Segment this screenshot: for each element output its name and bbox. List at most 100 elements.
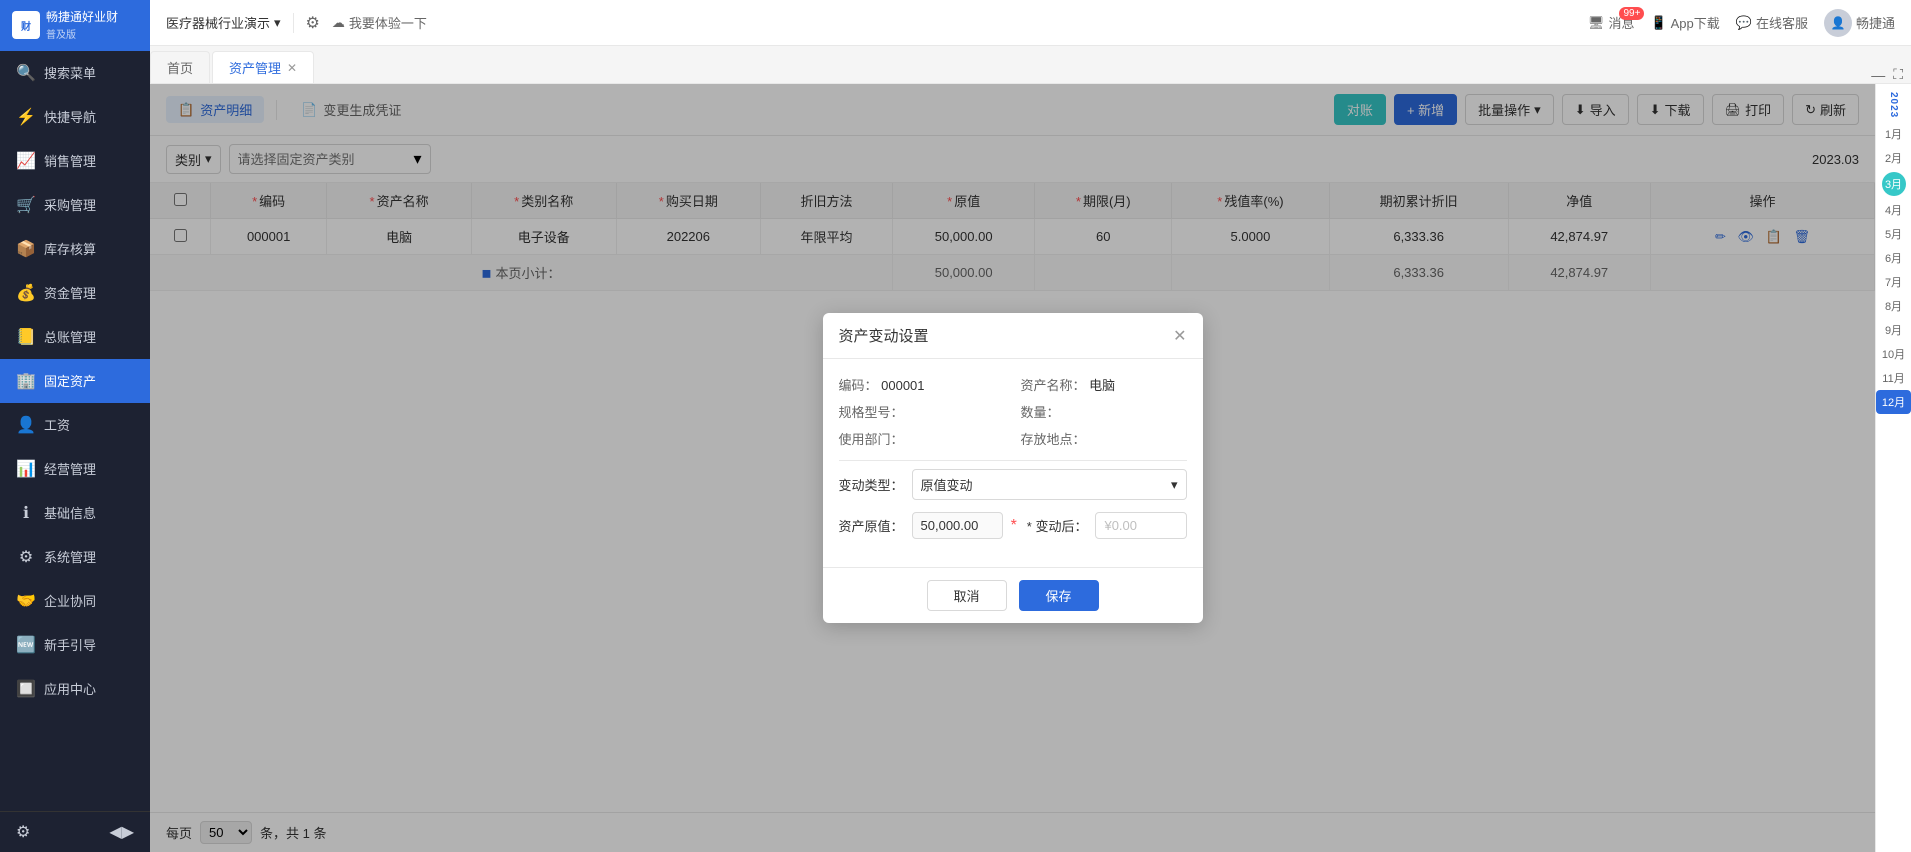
cal-month-3[interactable]: 3月 bbox=[1882, 172, 1906, 196]
modal-change-type-input[interactable]: 原值变动 ▾ bbox=[912, 469, 1187, 500]
sidebar-item-guide[interactable]: 🆕 新手引导 bbox=[0, 623, 150, 667]
topbar: 医疗器械行业演示 ▾ ⚙ ☁ 我要体验一下 🖥 消息 99+ 📱 App下载 💬… bbox=[150, 0, 1911, 46]
topbar-settings-icon[interactable]: ⚙ bbox=[306, 13, 320, 33]
tab-maximize-icon[interactable]: ⛶ bbox=[1893, 66, 1903, 83]
company-dropdown-icon: ▾ bbox=[274, 15, 281, 31]
cal-month-11[interactable]: 11月 bbox=[1876, 366, 1911, 390]
modal-dept-label: 使用部门： bbox=[839, 432, 904, 447]
cal-year-label: 2023 bbox=[1888, 92, 1899, 118]
message-icon: 🖥 bbox=[1588, 15, 1605, 31]
modal-title: 资产变动设置 bbox=[839, 325, 929, 346]
app-download-label: App下载 bbox=[1671, 13, 1720, 32]
sidebar-item-basic-info[interactable]: ℹ 基础信息 bbox=[0, 491, 150, 535]
guide-icon: 🆕 bbox=[16, 635, 36, 655]
cal-month-7[interactable]: 7月 bbox=[1876, 270, 1911, 294]
modal-change-type-value: 原值变动 bbox=[921, 475, 973, 494]
cal-month-6[interactable]: 6月 bbox=[1876, 246, 1911, 270]
modal-info-grid: 编码： 000001 资产名称： 电脑 规格型号： bbox=[839, 375, 1187, 448]
sidebar-item-system-label: 系统管理 bbox=[44, 547, 96, 566]
tab-close-icon[interactable]: ✕ bbox=[287, 61, 297, 75]
modal-quantity-label: 数量： bbox=[1021, 405, 1060, 420]
tab-asset-label: 资产管理 bbox=[229, 58, 281, 77]
topbar-company[interactable]: 医疗器械行业演示 ▾ bbox=[166, 13, 281, 32]
topbar-app-download[interactable]: 📱 App下载 bbox=[1650, 13, 1719, 32]
sidebar-settings-icon[interactable]: ⚙ bbox=[16, 822, 30, 842]
logo-edition: 普及版 bbox=[46, 26, 118, 41]
tab-asset-management[interactable]: 资产管理 ✕ bbox=[212, 51, 314, 83]
sidebar-item-operations[interactable]: 📊 经营管理 bbox=[0, 447, 150, 491]
sidebar-item-app-center[interactable]: 🔲 应用中心 bbox=[0, 667, 150, 711]
app-center-icon: 🔲 bbox=[16, 679, 36, 699]
sidebar-item-basic-info-label: 基础信息 bbox=[44, 503, 96, 522]
cal-month-12[interactable]: 12月 bbox=[1876, 390, 1911, 414]
feedback-text: 我要体验一下 bbox=[349, 13, 427, 32]
funds-icon: 💰 bbox=[16, 283, 36, 303]
modal-change-type-label: 变动类型： bbox=[839, 475, 904, 494]
tabbar-right: — ⛶ bbox=[1871, 66, 1911, 83]
sidebar-item-sales[interactable]: 📈 销售管理 bbox=[0, 139, 150, 183]
sidebar-scroll: 🔍 搜索菜单 ⚡ 快捷导航 📈 销售管理 🛒 采购管理 📦 库存核算 💰 资金管… bbox=[0, 51, 150, 811]
sidebar-item-quicknav[interactable]: ⚡ 快捷导航 bbox=[0, 95, 150, 139]
modal-cancel-label: 取消 bbox=[953, 586, 979, 605]
modal-code-label: 编码： bbox=[839, 378, 878, 393]
sidebar-item-payroll-label: 工资 bbox=[44, 415, 70, 434]
sidebar-item-fixed-assets[interactable]: 🏢 固定资产 bbox=[0, 359, 150, 403]
quicknav-icon: ⚡ bbox=[16, 107, 36, 127]
cal-month-10[interactable]: 10月 bbox=[1876, 342, 1911, 366]
modal-spec-label: 规格型号： bbox=[839, 405, 904, 420]
tab-home[interactable]: 首页 bbox=[150, 51, 210, 83]
sidebar-logo: 财 畅捷通好业财 普及版 bbox=[0, 0, 150, 51]
modal-overlay: 资产变动设置 ✕ 编码： 000001 资产名称： 电脑 bbox=[150, 84, 1875, 852]
modal-body: 编码： 000001 资产名称： 电脑 规格型号： bbox=[823, 359, 1203, 567]
sidebar-item-ledger[interactable]: 📒 总账管理 bbox=[0, 315, 150, 359]
cal-month-2[interactable]: 2月 bbox=[1876, 146, 1911, 170]
sidebar-item-funds[interactable]: 💰 资金管理 bbox=[0, 271, 150, 315]
tabbar: 首页 资产管理 ✕ — ⛶ bbox=[150, 46, 1911, 84]
search-icon: 🔍 bbox=[16, 63, 36, 83]
modal-footer: 取消 保存 bbox=[823, 567, 1203, 623]
modal-asset-value-display: 50,000.00 bbox=[912, 512, 1003, 539]
topbar-user[interactable]: 👤 畅捷通 bbox=[1824, 9, 1895, 37]
app-download-icon: 📱 bbox=[1650, 15, 1666, 31]
modal-after-change-field[interactable] bbox=[1104, 518, 1177, 533]
company-name: 医疗器械行业演示 bbox=[166, 13, 270, 32]
sidebar-item-purchase[interactable]: 🛒 采购管理 bbox=[0, 183, 150, 227]
cal-month-1[interactable]: 1月 bbox=[1876, 122, 1911, 146]
purchase-icon: 🛒 bbox=[16, 195, 36, 215]
tab-home-label: 首页 bbox=[167, 58, 193, 77]
tab-minimize-icon[interactable]: — bbox=[1871, 67, 1885, 83]
sidebar-bottom: ⚙ ◀▶ bbox=[0, 811, 150, 852]
modal-dept-item: 使用部门： bbox=[839, 429, 1005, 448]
sidebar-item-search[interactable]: 🔍 搜索菜单 bbox=[0, 51, 150, 95]
sidebar-item-payroll[interactable]: 👤 工资 bbox=[0, 403, 150, 447]
sidebar-item-system[interactable]: ⚙ 系统管理 bbox=[0, 535, 150, 579]
modal-change-type-dropdown-icon: ▾ bbox=[1171, 477, 1178, 493]
cal-month-5[interactable]: 5月 bbox=[1876, 222, 1911, 246]
topbar-feedback[interactable]: ☁ 我要体验一下 bbox=[332, 13, 427, 32]
topbar-divider bbox=[293, 13, 294, 33]
sidebar-item-funds-label: 资金管理 bbox=[44, 283, 96, 302]
fixed-assets-icon: 🏢 bbox=[16, 371, 36, 391]
modal-save-button[interactable]: 保存 bbox=[1019, 580, 1099, 611]
payroll-icon: 👤 bbox=[16, 415, 36, 435]
user-avatar: 👤 bbox=[1824, 9, 1852, 37]
modal: 资产变动设置 ✕ 编码： 000001 资产名称： 电脑 bbox=[823, 313, 1203, 623]
topbar-message[interactable]: 🖥 消息 99+ bbox=[1588, 13, 1635, 32]
sidebar-item-app-center-label: 应用中心 bbox=[44, 679, 96, 698]
topbar-right: 🖥 消息 99+ 📱 App下载 💬 在线客服 👤 畅捷通 bbox=[1588, 9, 1895, 37]
cal-month-8[interactable]: 8月 bbox=[1876, 294, 1911, 318]
modal-close-button[interactable]: ✕ bbox=[1173, 326, 1186, 346]
modal-save-label: 保存 bbox=[1045, 586, 1071, 605]
cal-month-9[interactable]: 9月 bbox=[1876, 318, 1911, 342]
topbar-online-service[interactable]: 💬 在线客服 bbox=[1736, 13, 1808, 32]
sidebar-item-purchase-label: 采购管理 bbox=[44, 195, 96, 214]
modal-asset-name-value: 电脑 bbox=[1089, 378, 1115, 393]
modal-after-change-input[interactable] bbox=[1095, 512, 1186, 539]
cal-month-4[interactable]: 4月 bbox=[1876, 198, 1911, 222]
sidebar-item-enterprise[interactable]: 🤝 企业协同 bbox=[0, 579, 150, 623]
feedback-cloud-icon: ☁ bbox=[332, 15, 345, 31]
sidebar-item-inventory[interactable]: 📦 库存核算 bbox=[0, 227, 150, 271]
modal-cancel-button[interactable]: 取消 bbox=[927, 580, 1007, 611]
logo-app-name: 畅捷通好业财 bbox=[46, 10, 118, 26]
sidebar-collapse-icon[interactable]: ◀▶ bbox=[109, 822, 134, 842]
